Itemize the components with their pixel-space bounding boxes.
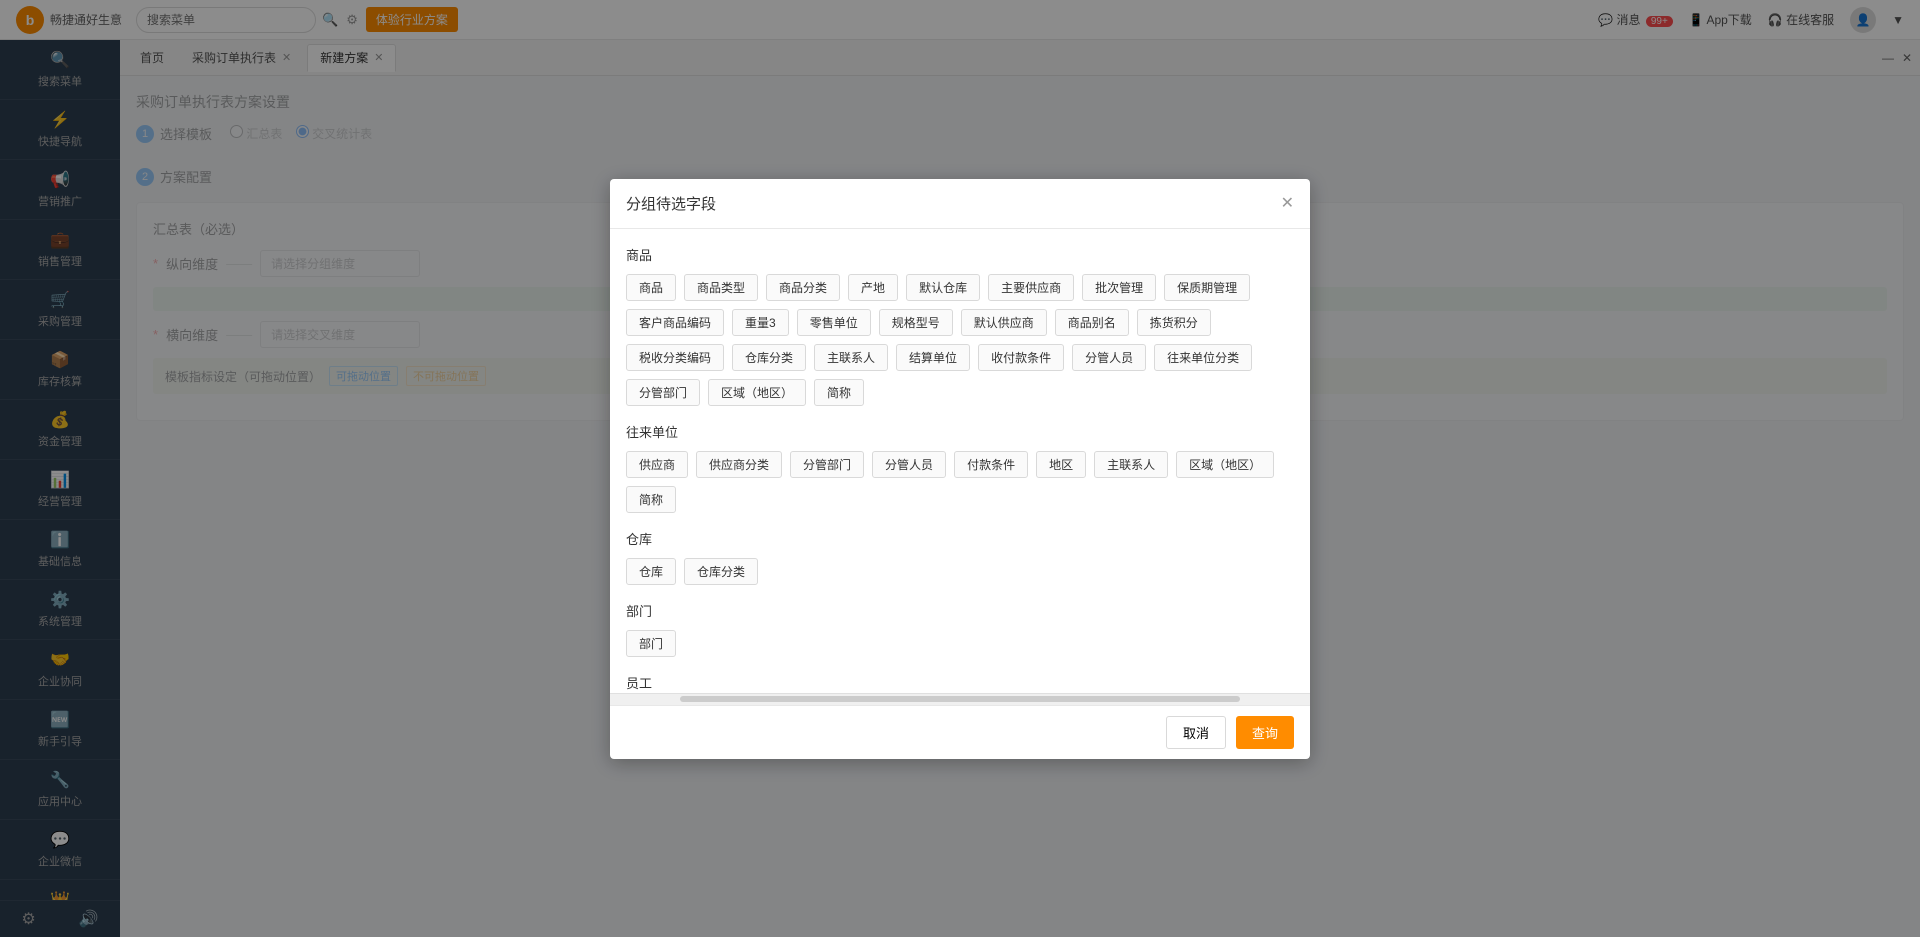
field-tag-0-8[interactable]: 客户商品编码 — [626, 309, 724, 336]
modal-close-btn[interactable]: ✕ — [1281, 193, 1294, 213]
modal-overlay: 分组待选字段 ✕ 商品商品商品类型商品分类产地默认仓库主要供应商批次管理保质期管… — [0, 0, 1920, 937]
field-tag-2-1[interactable]: 仓库分类 — [684, 558, 758, 585]
modal-title: 分组待选字段 — [626, 193, 716, 214]
section-title-2: 仓库 — [626, 529, 1294, 548]
field-tag-0-7[interactable]: 保质期管理 — [1164, 274, 1250, 301]
confirm-button[interactable]: 查询 — [1236, 716, 1294, 749]
horizontal-scrollbar[interactable] — [610, 693, 1310, 705]
section-tags-2: 仓库仓库分类 — [626, 558, 1294, 585]
section-title-4: 员工 — [626, 673, 1294, 692]
cancel-button[interactable]: 取消 — [1166, 716, 1226, 749]
field-tag-1-3[interactable]: 分管人员 — [872, 451, 946, 478]
field-tag-0-11[interactable]: 规格型号 — [879, 309, 953, 336]
field-tag-1-1[interactable]: 供应商分类 — [696, 451, 782, 478]
field-tag-0-3[interactable]: 产地 — [848, 274, 898, 301]
field-tag-1-0[interactable]: 供应商 — [626, 451, 688, 478]
modal-section-4: 员工业务员 — [626, 673, 1294, 693]
field-tag-0-1[interactable]: 商品类型 — [684, 274, 758, 301]
field-tag-1-5[interactable]: 地区 — [1036, 451, 1086, 478]
field-tag-0-14[interactable]: 拣货积分 — [1137, 309, 1211, 336]
field-tag-2-0[interactable]: 仓库 — [626, 558, 676, 585]
modal-dialog: 分组待选字段 ✕ 商品商品商品类型商品分类产地默认仓库主要供应商批次管理保质期管… — [610, 179, 1310, 759]
modal-header: 分组待选字段 ✕ — [610, 179, 1310, 229]
field-tag-0-9[interactable]: 重量3 — [732, 309, 789, 336]
field-tag-0-18[interactable]: 结算单位 — [896, 344, 970, 371]
field-tag-0-16[interactable]: 仓库分类 — [732, 344, 806, 371]
modal-section-1: 往来单位供应商供应商分类分管部门分管人员付款条件地区主联系人区域（地区） 简称 — [626, 422, 1294, 513]
field-tag-0-5[interactable]: 主要供应商 — [988, 274, 1074, 301]
section-title-0: 商品 — [626, 245, 1294, 264]
section-tags-1: 供应商供应商分类分管部门分管人员付款条件地区主联系人区域（地区） 简称 — [626, 451, 1294, 513]
section-tags-3: 部门 — [626, 630, 1294, 657]
field-tag-0-24[interactable]: 简称 — [814, 379, 864, 406]
modal-section-2: 仓库仓库仓库分类 — [626, 529, 1294, 585]
field-tag-1-2[interactable]: 分管部门 — [790, 451, 864, 478]
field-tag-0-12[interactable]: 默认供应商 — [961, 309, 1047, 336]
modal-body: 商品商品商品类型商品分类产地默认仓库主要供应商批次管理保质期管理客户商品编码重量… — [610, 229, 1310, 693]
field-tag-0-19[interactable]: 收付款条件 — [978, 344, 1064, 371]
field-tag-0-0[interactable]: 商品 — [626, 274, 676, 301]
field-tag-0-6[interactable]: 批次管理 — [1082, 274, 1156, 301]
field-tag-0-2[interactable]: 商品分类 — [766, 274, 840, 301]
field-tag-0-15[interactable]: 税收分类编码 — [626, 344, 724, 371]
field-tag-1-6[interactable]: 主联系人 — [1094, 451, 1168, 478]
field-tag-0-23[interactable]: 区域（地区） — [708, 379, 806, 406]
field-tag-1-4[interactable]: 付款条件 — [954, 451, 1028, 478]
field-tag-1-7[interactable]: 区域（地区） — [1176, 451, 1274, 478]
field-tag-0-20[interactable]: 分管人员 — [1072, 344, 1146, 371]
section-tags-0: 商品商品类型商品分类产地默认仓库主要供应商批次管理保质期管理客户商品编码重量3 零… — [626, 274, 1294, 406]
field-tag-0-21[interactable]: 往来单位分类 — [1154, 344, 1252, 371]
field-tag-0-4[interactable]: 默认仓库 — [906, 274, 980, 301]
modal-section-0: 商品商品商品类型商品分类产地默认仓库主要供应商批次管理保质期管理客户商品编码重量… — [626, 245, 1294, 406]
modal-section-3: 部门部门 — [626, 601, 1294, 657]
field-tag-0-13[interactable]: 商品别名 — [1055, 309, 1129, 336]
field-tag-0-17[interactable]: 主联系人 — [814, 344, 888, 371]
field-tag-0-22[interactable]: 分管部门 — [626, 379, 700, 406]
section-title-3: 部门 — [626, 601, 1294, 620]
modal-footer: 取消 查询 — [610, 705, 1310, 759]
field-tag-0-10[interactable]: 零售单位 — [797, 309, 871, 336]
section-title-1: 往来单位 — [626, 422, 1294, 441]
field-tag-3-0[interactable]: 部门 — [626, 630, 676, 657]
field-tag-1-8[interactable]: 简称 — [626, 486, 676, 513]
